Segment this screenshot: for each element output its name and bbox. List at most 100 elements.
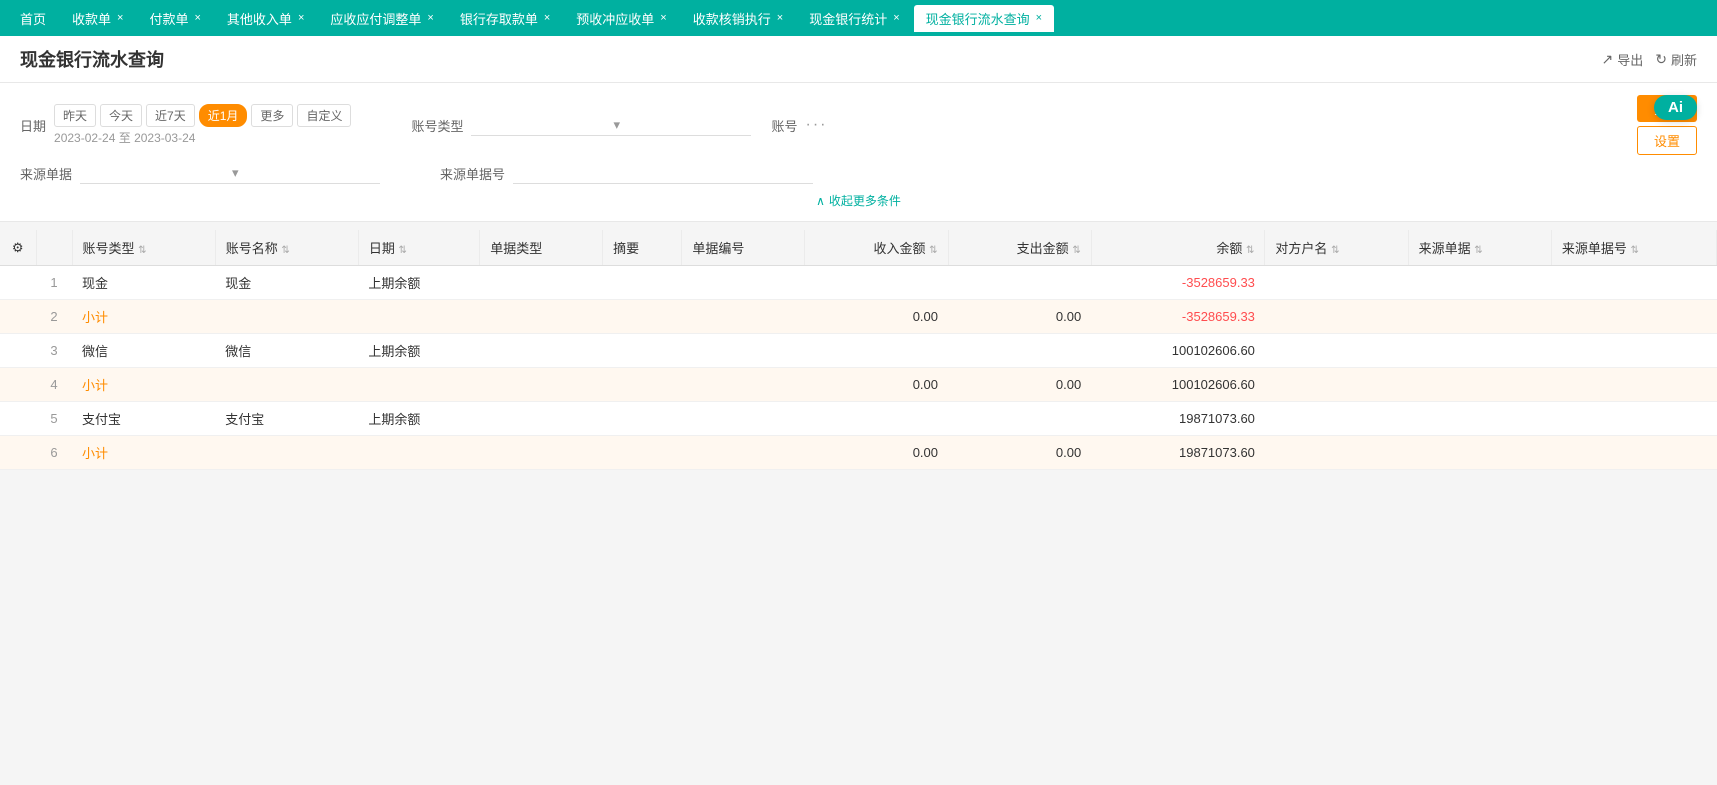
cell-balance: 19871073.60 [1091, 436, 1265, 470]
th-index [36, 230, 72, 266]
cell-income: 0.00 [805, 368, 948, 402]
account-type-filter-group: 账号类型 ▾ [411, 115, 751, 136]
cell-expense: 0.00 [948, 436, 1091, 470]
table-row[interactable]: 2 小计 0.00 0.00 -3528659.33 [0, 300, 1717, 334]
th-account-name[interactable]: 账号名称 ⇅ [215, 230, 358, 266]
nav-item-payments[interactable]: 付款单 × [137, 5, 212, 32]
cell-summary [603, 266, 682, 300]
cell-source-doc [1408, 334, 1551, 368]
table-row[interactable]: 3 微信 微信 上期余额 100102606.60 [0, 334, 1717, 368]
sort-account-name-icon: ⇅ [281, 245, 289, 256]
cell-index: 2 [36, 300, 72, 334]
cell-source-doc-no [1551, 436, 1716, 470]
account-label: 账号 [771, 116, 797, 135]
account-dots[interactable]: ··· [805, 116, 827, 134]
nav-item-collection[interactable]: 收款核销执行 × [681, 5, 795, 32]
cell-doc-type [480, 368, 603, 402]
filter-row-2: 来源单据 ▾ 来源单据号 [20, 163, 1697, 184]
cell-account-type: 小计 [72, 300, 215, 334]
table-row[interactable]: 4 小计 0.00 0.00 100102606.60 [0, 368, 1717, 402]
date-btn-custom[interactable]: 自定义 [297, 104, 351, 127]
table-row[interactable]: 6 小计 0.00 0.00 19871073.60 [0, 436, 1717, 470]
nav-item-prepayment[interactable]: 预收冲应收单 × [564, 5, 678, 32]
nav-item-ar-ap-adjust[interactable]: 应收应付调整单 × [318, 5, 445, 32]
close-collection-icon[interactable]: × [777, 12, 783, 24]
cell-source-doc [1408, 266, 1551, 300]
cell-doc-no [682, 334, 805, 368]
nav-home[interactable]: 首页 [8, 5, 58, 32]
close-other-income-icon[interactable]: × [298, 12, 304, 24]
th-date[interactable]: 日期 ⇅ [358, 230, 479, 266]
cell-source-doc [1408, 436, 1551, 470]
nav-item-bank-deposit[interactable]: 银行存取款单 × [448, 5, 562, 32]
page-header: 现金银行流水查询 ↗ 导出 ↻ 刷新 [0, 36, 1717, 83]
th-source-doc[interactable]: 来源单据 ⇅ [1408, 230, 1551, 266]
date-btn-1month[interactable]: 近1月 [199, 104, 248, 127]
th-counterpart[interactable]: 对方户名 ⇅ [1265, 230, 1408, 266]
close-query-icon[interactable]: × [1036, 12, 1042, 24]
cell-summary [603, 402, 682, 436]
filter-area: 日期 昨天 今天 近7天 近1月 更多 自定义 2023-02-24 至 202… [0, 83, 1717, 222]
cell-account-name [215, 300, 358, 334]
page-title: 现金银行流水查询 [20, 46, 164, 72]
cell-counterpart [1265, 300, 1408, 334]
header-actions: ↗ 导出 ↻ 刷新 [1602, 50, 1698, 69]
export-icon: ↗ [1602, 51, 1614, 68]
cell-index: 3 [36, 334, 72, 368]
nav-item-cash-bank-stats[interactable]: 现金银行统计 × [797, 5, 911, 32]
sort-counterpart-icon: ⇅ [1331, 245, 1339, 256]
cell-source-doc [1408, 300, 1551, 334]
table-row[interactable]: 5 支付宝 支付宝 上期余额 19871073.60 [0, 402, 1717, 436]
nav-item-cash-bank-query[interactable]: 现金银行流水查询 × [914, 5, 1054, 32]
cell-income [805, 402, 948, 436]
table-body: 1 现金 现金 上期余额 -3528659.33 2 小计 0.00 0.00 … [0, 266, 1717, 470]
account-type-arrow-icon: ▾ [613, 117, 747, 133]
date-btn-yesterday[interactable]: 昨天 [54, 104, 96, 127]
th-income[interactable]: 收入金额 ⇅ [805, 230, 948, 266]
sort-income-icon: ⇅ [929, 245, 937, 256]
source-doc-no-input[interactable] [513, 164, 813, 184]
source-doc-select[interactable]: ▾ [80, 163, 380, 184]
cell-date: 上期余额 [358, 266, 479, 300]
cell-account-name: 现金 [215, 266, 358, 300]
table-container: ⚙ 账号类型 ⇅ 账号名称 ⇅ 日期 ⇅ 单据类型 [0, 230, 1717, 470]
date-btn-more[interactable]: 更多 [251, 104, 293, 127]
th-expense[interactable]: 支出金额 ⇅ [948, 230, 1091, 266]
close-prepayment-icon[interactable]: × [660, 12, 666, 24]
date-btn-7days[interactable]: 近7天 [146, 104, 195, 127]
date-btn-today[interactable]: 今天 [100, 104, 142, 127]
close-receipts-icon[interactable]: × [117, 12, 123, 24]
ai-badge[interactable]: Ai [1654, 95, 1697, 120]
th-summary[interactable]: 摘要 [603, 230, 682, 266]
th-balance[interactable]: 余额 ⇅ [1091, 230, 1265, 266]
close-payments-icon[interactable]: × [194, 12, 200, 24]
th-account-type[interactable]: 账号类型 ⇅ [72, 230, 215, 266]
cell-settings [0, 436, 36, 470]
cell-settings [0, 334, 36, 368]
collapse-bar[interactable]: ∧ 收起更多条件 [20, 192, 1697, 209]
cell-income: 0.00 [805, 300, 948, 334]
table-row[interactable]: 1 现金 现金 上期余额 -3528659.33 [0, 266, 1717, 300]
date-filter-group: 日期 昨天 今天 近7天 近1月 更多 自定义 2023-02-24 至 202… [20, 104, 351, 146]
account-type-select[interactable]: ▾ [471, 115, 751, 136]
column-settings-icon[interactable]: ⚙ [12, 240, 24, 255]
th-doc-type[interactable]: 单据类型 [480, 230, 603, 266]
close-ar-ap-icon[interactable]: × [427, 12, 433, 24]
account-filter-group: 账号 ··· [771, 116, 827, 135]
cell-account-type: 小计 [72, 436, 215, 470]
th-source-doc-no[interactable]: 来源单据号 ⇅ [1551, 230, 1716, 266]
close-bank-deposit-icon[interactable]: × [544, 12, 550, 24]
nav-item-other-income[interactable]: 其他收入单 × [215, 5, 316, 32]
settings-button[interactable]: 设置 [1637, 126, 1697, 155]
refresh-icon: ↻ [1655, 51, 1667, 68]
cell-settings [0, 368, 36, 402]
date-group: 昨天 今天 近7天 近1月 更多 自定义 2023-02-24 至 2023-0… [54, 104, 351, 146]
refresh-button[interactable]: ↻ 刷新 [1655, 50, 1697, 69]
export-button[interactable]: ↗ 导出 [1602, 50, 1644, 69]
th-settings[interactable]: ⚙ [0, 230, 36, 266]
th-doc-no[interactable]: 单据编号 [682, 230, 805, 266]
filter-row-1: 日期 昨天 今天 近7天 近1月 更多 自定义 2023-02-24 至 202… [20, 95, 1697, 155]
cell-source-doc-no [1551, 300, 1716, 334]
nav-item-receipts[interactable]: 收款单 × [60, 5, 135, 32]
close-stats-icon[interactable]: × [893, 12, 899, 24]
